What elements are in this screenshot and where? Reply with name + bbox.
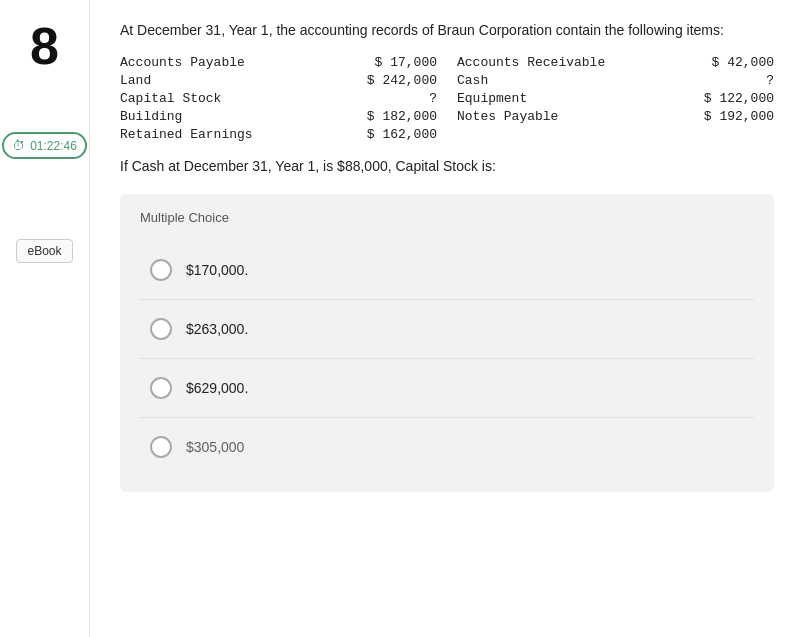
question-intro: At December 31, Year 1, the accounting r… xyxy=(120,20,774,41)
table-row: Land $ 242,000 xyxy=(120,73,437,88)
acct-val: $ 42,000 xyxy=(712,55,774,70)
table-row: Accounts Receivable $ 42,000 xyxy=(457,55,774,70)
acct-name: Accounts Receivable xyxy=(457,55,605,70)
option-3[interactable]: $629,000. xyxy=(140,359,754,418)
option-1[interactable]: $170,000. xyxy=(140,241,754,300)
acct-val: ? xyxy=(766,73,774,88)
accounting-table: Accounts Payable $ 17,000 Land $ 242,000… xyxy=(120,55,774,142)
acct-name: Retained Earnings xyxy=(120,127,253,142)
option-2-text: $263,000. xyxy=(186,321,248,337)
timer-icon: ⏱ xyxy=(12,138,25,153)
acct-name: Capital Stock xyxy=(120,91,221,106)
table-row: Retained Earnings $ 162,000 xyxy=(120,127,437,142)
option-4-text: $305,000 xyxy=(186,439,244,455)
acct-name: Accounts Payable xyxy=(120,55,245,70)
question-number: 8 xyxy=(30,20,59,72)
acct-val: $ 182,000 xyxy=(367,109,437,124)
option-3-text: $629,000. xyxy=(186,380,248,396)
acct-val: ? xyxy=(429,91,437,106)
acct-val: $ 192,000 xyxy=(704,109,774,124)
radio-option-2[interactable] xyxy=(150,318,172,340)
timer-value: 01:22:46 xyxy=(30,139,77,153)
if-cash-text: If Cash at December 31, Year 1, is $88,0… xyxy=(120,158,774,174)
sidebar: 8 ⏱ 01:22:46 eBook xyxy=(0,0,90,637)
table-row: Cash ? xyxy=(457,73,774,88)
table-row: Capital Stock ? xyxy=(120,91,437,106)
option-1-text: $170,000. xyxy=(186,262,248,278)
acct-val: $ 17,000 xyxy=(375,55,437,70)
left-column: Accounts Payable $ 17,000 Land $ 242,000… xyxy=(120,55,437,142)
radio-option-4[interactable] xyxy=(150,436,172,458)
acct-val: $ 242,000 xyxy=(367,73,437,88)
mc-label: Multiple Choice xyxy=(140,210,754,225)
main-content: At December 31, Year 1, the accounting r… xyxy=(90,0,804,637)
radio-option-3[interactable] xyxy=(150,377,172,399)
acct-name: Notes Payable xyxy=(457,109,558,124)
table-row: Building $ 182,000 xyxy=(120,109,437,124)
ebook-button[interactable]: eBook xyxy=(16,239,72,263)
acct-name: Land xyxy=(120,73,151,88)
acct-name: Equipment xyxy=(457,91,527,106)
acct-name: Cash xyxy=(457,73,488,88)
timer-badge[interactable]: ⏱ 01:22:46 xyxy=(2,132,87,159)
radio-option-1[interactable] xyxy=(150,259,172,281)
acct-name: Building xyxy=(120,109,182,124)
table-row: Accounts Payable $ 17,000 xyxy=(120,55,437,70)
acct-val: $ 122,000 xyxy=(704,91,774,106)
table-row: Notes Payable $ 192,000 xyxy=(457,109,774,124)
option-4[interactable]: $305,000 xyxy=(140,418,754,476)
right-column: Accounts Receivable $ 42,000 Cash ? Equi… xyxy=(457,55,774,142)
table-row: Equipment $ 122,000 xyxy=(457,91,774,106)
acct-val: $ 162,000 xyxy=(367,127,437,142)
multiple-choice-container: Multiple Choice $170,000. $263,000. $629… xyxy=(120,194,774,492)
option-2[interactable]: $263,000. xyxy=(140,300,754,359)
